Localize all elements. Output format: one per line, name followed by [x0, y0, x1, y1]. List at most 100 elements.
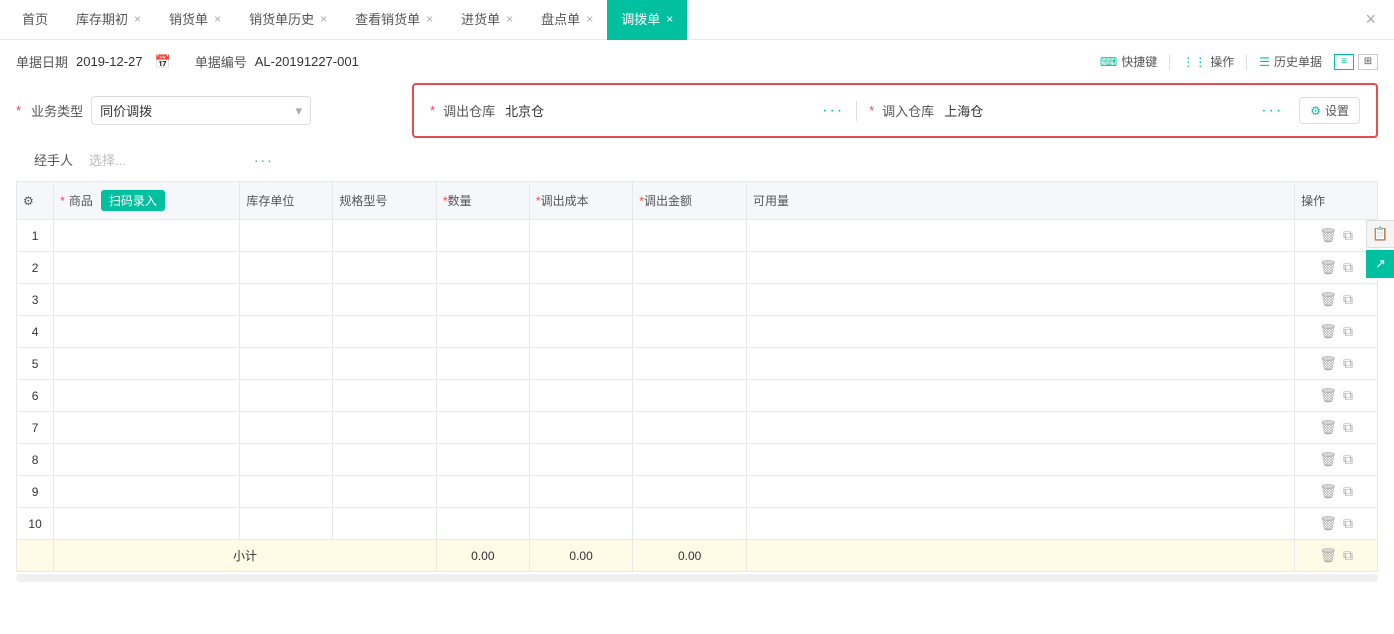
- cell-qty-3[interactable]: [436, 284, 529, 316]
- tab-purchase[interactable]: 进货单 ×: [447, 0, 527, 40]
- cell-qty-6[interactable]: [436, 380, 529, 412]
- cell-product-2[interactable]: [54, 252, 240, 284]
- cell-amount-7[interactable]: [633, 412, 747, 444]
- agent-dots[interactable]: ···: [254, 152, 274, 168]
- cell-available-2[interactable]: [747, 252, 1295, 284]
- cell-qty-7[interactable]: [436, 412, 529, 444]
- tab-close-transfer[interactable]: ×: [666, 12, 673, 26]
- delete-icon-10[interactable]: 🗑: [1319, 515, 1337, 532]
- out-warehouse-dots[interactable]: ···: [822, 102, 844, 120]
- cell-spec-7[interactable]: [333, 412, 436, 444]
- cell-cost-3[interactable]: [529, 284, 632, 316]
- history-doc-btn[interactable]: ☰ 历史单据: [1259, 53, 1322, 70]
- cell-spec-8[interactable]: [333, 444, 436, 476]
- cell-product-9[interactable]: [54, 476, 240, 508]
- table-scroll-bar[interactable]: [16, 574, 1378, 582]
- cell-product-5[interactable]: [54, 348, 240, 380]
- cell-spec-6[interactable]: [333, 380, 436, 412]
- cell-available-6[interactable]: [747, 380, 1295, 412]
- copy-icon-2[interactable]: ⧉: [1343, 259, 1353, 276]
- cell-spec-3[interactable]: [333, 284, 436, 316]
- delete-icon-6[interactable]: 🗑: [1319, 387, 1337, 404]
- cell-unit-7[interactable]: [240, 412, 333, 444]
- cell-cost-2[interactable]: [529, 252, 632, 284]
- cell-amount-10[interactable]: [633, 508, 747, 540]
- cell-qty-4[interactable]: [436, 316, 529, 348]
- cell-spec-4[interactable]: [333, 316, 436, 348]
- cell-amount-6[interactable]: [633, 380, 747, 412]
- delete-icon-4[interactable]: 🗑: [1319, 323, 1337, 340]
- cell-available-10[interactable]: [747, 508, 1295, 540]
- cell-product-4[interactable]: [54, 316, 240, 348]
- layout-btn-grid[interactable]: ⊞: [1358, 54, 1378, 70]
- cell-cost-9[interactable]: [529, 476, 632, 508]
- cell-qty-5[interactable]: [436, 348, 529, 380]
- copy-icon-8[interactable]: ⧉: [1343, 451, 1353, 468]
- settings-btn[interactable]: ⚙ 设置: [1299, 97, 1360, 124]
- cell-available-4[interactable]: [747, 316, 1295, 348]
- cell-unit-5[interactable]: [240, 348, 333, 380]
- cell-available-8[interactable]: [747, 444, 1295, 476]
- tab-transfer[interactable]: 调拨单 ×: [607, 0, 687, 40]
- cell-amount-3[interactable]: [633, 284, 747, 316]
- subtotal-delete-icon[interactable]: 🗑: [1319, 547, 1337, 564]
- cell-unit-1[interactable]: [240, 220, 333, 252]
- cell-amount-4[interactable]: [633, 316, 747, 348]
- cell-spec-9[interactable]: [333, 476, 436, 508]
- copy-icon-5[interactable]: ⧉: [1343, 355, 1353, 372]
- cell-amount-8[interactable]: [633, 444, 747, 476]
- operation-btn[interactable]: ⋮⋮ 操作: [1182, 53, 1234, 70]
- cell-unit-4[interactable]: [240, 316, 333, 348]
- delete-icon-2[interactable]: 🗑: [1319, 259, 1337, 276]
- layout-btn-list[interactable]: ≡: [1334, 54, 1354, 70]
- cell-product-6[interactable]: [54, 380, 240, 412]
- float-notes-btn[interactable]: 📋: [1366, 220, 1394, 248]
- cell-available-1[interactable]: [747, 220, 1295, 252]
- cell-cost-10[interactable]: [529, 508, 632, 540]
- cell-product-10[interactable]: [54, 508, 240, 540]
- delete-icon-1[interactable]: 🗑: [1319, 227, 1337, 244]
- tab-sales[interactable]: 销货单 ×: [155, 0, 235, 40]
- tab-close-inventory-init[interactable]: ×: [134, 12, 141, 26]
- copy-icon-4[interactable]: ⧉: [1343, 323, 1353, 340]
- cell-spec-1[interactable]: [333, 220, 436, 252]
- cell-product-1[interactable]: [54, 220, 240, 252]
- cell-cost-6[interactable]: [529, 380, 632, 412]
- copy-icon-10[interactable]: ⧉: [1343, 515, 1353, 532]
- cell-unit-6[interactable]: [240, 380, 333, 412]
- cell-cost-1[interactable]: [529, 220, 632, 252]
- cell-spec-5[interactable]: [333, 348, 436, 380]
- cell-qty-10[interactable]: [436, 508, 529, 540]
- cell-qty-1[interactable]: [436, 220, 529, 252]
- delete-icon-3[interactable]: 🗑: [1319, 291, 1337, 308]
- cell-unit-10[interactable]: [240, 508, 333, 540]
- scan-btn[interactable]: 扫码录入: [101, 190, 165, 211]
- cell-unit-2[interactable]: [240, 252, 333, 284]
- float-export-btn[interactable]: ↗: [1366, 250, 1394, 278]
- tab-close-view-sales[interactable]: ×: [426, 12, 433, 26]
- tab-close-sales[interactable]: ×: [214, 12, 221, 26]
- shortcut-btn[interactable]: ⌨ 快捷键: [1100, 53, 1157, 70]
- cell-qty-2[interactable]: [436, 252, 529, 284]
- tab-view-sales[interactable]: 查看销货单 ×: [341, 0, 447, 40]
- cell-product-7[interactable]: [54, 412, 240, 444]
- cell-cost-8[interactable]: [529, 444, 632, 476]
- cell-available-7[interactable]: [747, 412, 1295, 444]
- tab-bar-close-btn[interactable]: ×: [1355, 9, 1386, 30]
- cell-spec-10[interactable]: [333, 508, 436, 540]
- cell-amount-1[interactable]: [633, 220, 747, 252]
- cell-cost-7[interactable]: [529, 412, 632, 444]
- agent-input[interactable]: 选择...: [89, 150, 126, 169]
- copy-icon-7[interactable]: ⧉: [1343, 419, 1353, 436]
- cell-unit-9[interactable]: [240, 476, 333, 508]
- copy-icon-9[interactable]: ⧉: [1343, 483, 1353, 500]
- tab-sales-history[interactable]: 销货单历史 ×: [235, 0, 341, 40]
- tab-close-stocktake[interactable]: ×: [586, 12, 593, 26]
- cell-qty-9[interactable]: [436, 476, 529, 508]
- cell-unit-8[interactable]: [240, 444, 333, 476]
- copy-icon-1[interactable]: ⧉: [1343, 227, 1353, 244]
- cell-amount-2[interactable]: [633, 252, 747, 284]
- calendar-icon[interactable]: 📅: [155, 54, 171, 70]
- cell-unit-3[interactable]: [240, 284, 333, 316]
- cell-available-3[interactable]: [747, 284, 1295, 316]
